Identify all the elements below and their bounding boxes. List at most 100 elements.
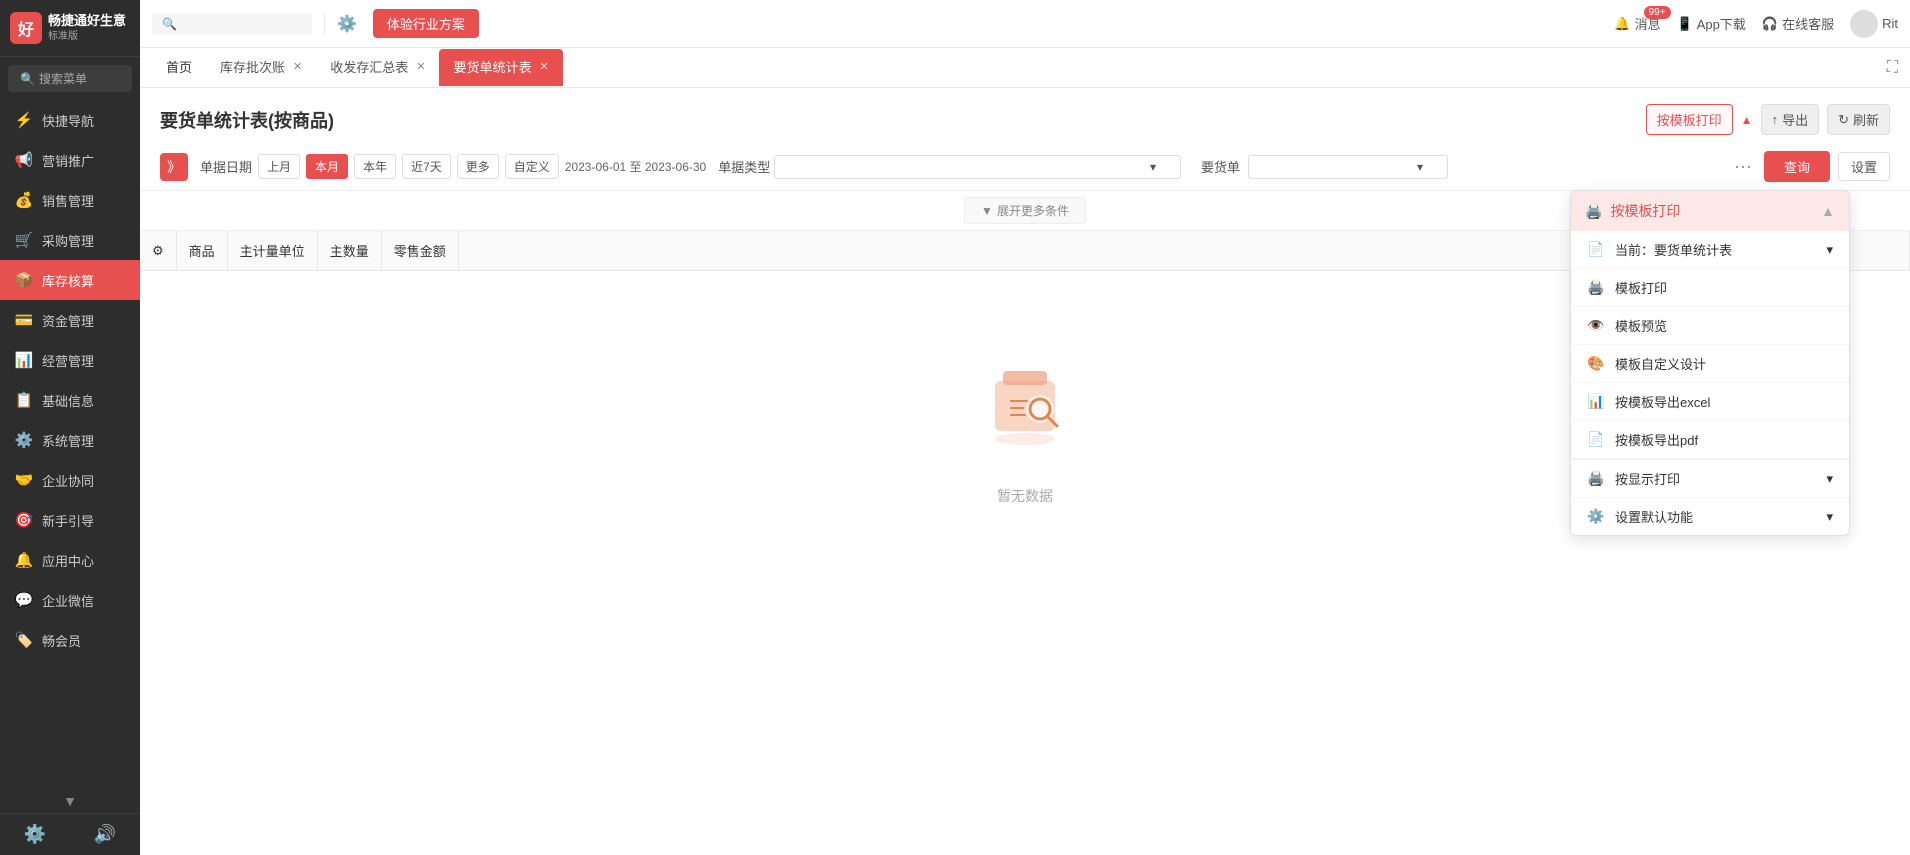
empty-icon	[975, 351, 1075, 470]
expand-more-button[interactable]: ▼ 展开更多条件	[964, 197, 1086, 224]
sidebar-nav: ⚡ 快捷导航 📢 营销推广 💰 销售管理 🛒 采购管理 📦 库存核算 💳 资金管…	[0, 100, 140, 789]
sidebar-item-finance[interactable]: 💳 资金管理	[0, 300, 140, 340]
date-range-text: 2023-06-01 至 2023-06-30	[565, 158, 706, 175]
filter-actions: ··· 查询 设置	[1730, 151, 1890, 182]
date-btn-custom[interactable]: 自定义	[505, 154, 559, 179]
settings-button[interactable]: 设置	[1838, 152, 1890, 181]
col-amount: 零售金额	[381, 231, 458, 271]
template-print-icon: 🖨️	[1587, 279, 1605, 296]
dropdown-item-template-custom[interactable]: 🎨 模板自定义设计	[1571, 345, 1849, 383]
template-preview-icon: 👁️	[1587, 317, 1605, 334]
tab-home[interactable]: 首页	[152, 49, 206, 86]
volume-icon[interactable]: 🔊	[94, 824, 116, 845]
topbar-gear-icon[interactable]: ⚙️	[337, 14, 357, 34]
type-select[interactable]: ▾	[774, 155, 1181, 179]
date-btn-current-year[interactable]: 本年	[354, 154, 396, 179]
template-print-arrow[interactable]: ▲	[1741, 113, 1753, 127]
date-btn-current-month[interactable]: 本月	[306, 154, 348, 179]
export-button[interactable]: ↑ 导出	[1761, 104, 1820, 135]
dropdown-header: 🖨️ 按模板打印 ▲	[1571, 191, 1849, 231]
order-type-label: 要货单	[1201, 157, 1240, 176]
page-actions: 按模板打印 ▲ ↑ 导出 ↻ 刷新	[1646, 104, 1890, 135]
date-btn-last7days[interactable]: 近7天	[402, 154, 451, 179]
sidebar-item-inventory[interactable]: 📦 库存核算	[0, 260, 140, 300]
date-btn-prev-month[interactable]: 上月	[258, 154, 300, 179]
dropdown-item-default-func[interactable]: ⚙️ 设置默认功能 ▾	[1571, 498, 1849, 535]
topbar-search-input[interactable]	[177, 17, 302, 31]
appstore-icon: 🔔	[14, 550, 34, 570]
dropdown-item-template-print[interactable]: 🖨️ 模板打印	[1571, 269, 1849, 307]
order-type-arrow-icon: ▾	[1417, 160, 1423, 174]
guide-icon: 🎯	[14, 510, 34, 530]
username-label: Rit	[1882, 16, 1898, 31]
sidebar-item-operation[interactable]: 📊 经营管理	[0, 340, 140, 380]
default-func-icon: ⚙️	[1587, 508, 1605, 525]
download-icon: 📱	[1677, 16, 1693, 32]
dropdown-item-export-pdf[interactable]: 📄 按模板导出pdf	[1571, 421, 1849, 459]
sidebar-item-sales[interactable]: 💰 销售管理	[0, 180, 140, 220]
user-avatar-item[interactable]: Rit	[1850, 10, 1898, 38]
query-button[interactable]: 查询	[1764, 151, 1830, 182]
sidebar-item-member[interactable]: 🏷️ 畅会员	[0, 620, 140, 660]
online-service-item[interactable]: 🎧 在线客服	[1762, 14, 1834, 33]
col-goods: 商品	[176, 231, 227, 271]
type-select-value	[783, 160, 1150, 174]
basic-icon: 📋	[14, 390, 34, 410]
headset-icon: 🎧	[1762, 16, 1778, 32]
sidebar-item-marketing[interactable]: 📢 营销推广	[0, 140, 140, 180]
default-func-arrow-icon: ▾	[1826, 509, 1833, 525]
coop-icon: 🤝	[14, 470, 34, 490]
sidebar-item-coop[interactable]: 🤝 企业协同	[0, 460, 140, 500]
refresh-button[interactable]: ↻ 刷新	[1827, 104, 1890, 135]
sales-icon: 💰	[14, 190, 34, 210]
dropdown-item-display-print[interactable]: 🖨️ 按显示打印 ▾	[1571, 460, 1849, 498]
refresh-icon: ↻	[1838, 112, 1849, 128]
app-download-item[interactable]: 📱 App下载	[1677, 14, 1746, 33]
display-print-arrow-icon: ▾	[1826, 471, 1833, 487]
date-btn-more[interactable]: 更多	[457, 154, 499, 179]
maximize-icon[interactable]: ⛶	[1887, 59, 1898, 77]
dropdown-item-template-preview[interactable]: 👁️ 模板预览	[1571, 307, 1849, 345]
trial-button[interactable]: 体验行业方案	[373, 9, 479, 38]
order-type-select[interactable]: ▾	[1248, 155, 1448, 179]
tab-order-stats[interactable]: 要货单统计表 ✕	[439, 49, 562, 86]
operation-icon: 📊	[14, 350, 34, 370]
sidebar-item-wechat[interactable]: 💬 企业微信	[0, 580, 140, 620]
tab-close-receipt-summary[interactable]: ✕	[416, 60, 425, 73]
dropdown-item-current[interactable]: 📄 当前：要货单统计表 ▾	[1571, 231, 1849, 269]
sidebar-item-shortcut[interactable]: ⚡ 快捷导航	[0, 100, 140, 140]
tab-close-order-stats[interactable]: ✕	[540, 60, 549, 73]
template-print-button[interactable]: 按模板打印	[1646, 104, 1733, 135]
col-settings[interactable]: ⚙	[140, 231, 176, 271]
sidebar-item-basic[interactable]: 📋 基础信息	[0, 380, 140, 420]
bell-icon: 🔔	[1614, 16, 1630, 32]
printer-icon: 🖨️	[1585, 203, 1602, 220]
sidebar-scroll-down[interactable]: ▼	[0, 789, 140, 813]
tab-receipt-summary[interactable]: 收发存汇总表 ✕	[316, 49, 439, 86]
topbar-search-box[interactable]: 🔍	[152, 13, 312, 35]
dropdown-item-export-excel[interactable]: 📊 按模板导出excel	[1571, 383, 1849, 421]
filter-expand-btn[interactable]: 》	[160, 153, 188, 181]
avatar	[1850, 10, 1878, 38]
sidebar-item-purchase[interactable]: 🛒 采购管理	[0, 220, 140, 260]
member-icon: 🏷️	[14, 630, 34, 650]
tabs-right-controls: ⛶	[1887, 59, 1898, 77]
sidebar-item-system[interactable]: ⚙️ 系统管理	[0, 420, 140, 460]
system-icon: ⚙️	[14, 430, 34, 450]
tabs-bar: 首页 库存批次账 ✕ 收发存汇总表 ✕ 要货单统计表 ✕ ⛶	[140, 48, 1910, 88]
settings-bottom-icon[interactable]: ⚙️	[24, 824, 46, 845]
display-print-icon: 🖨️	[1587, 470, 1605, 487]
tab-inventory-batch[interactable]: 库存批次账 ✕	[206, 49, 316, 86]
expand-more-icon: ▼	[981, 204, 993, 218]
more-dots-btn[interactable]: ···	[1730, 152, 1756, 181]
dropdown-up-icon[interactable]: ▲	[1821, 203, 1835, 219]
sidebar-item-guide[interactable]: 🎯 新手引导	[0, 500, 140, 540]
current-doc-icon: 📄	[1587, 241, 1605, 258]
settings-icon: ⚙	[152, 243, 164, 258]
sidebar-item-appstore[interactable]: 🔔 应用中心	[0, 540, 140, 580]
page-header: 要货单统计表(按商品) 按模板打印 ▲ ↑ 导出 ↻ 刷新	[140, 88, 1910, 143]
excel-icon: 📊	[1587, 393, 1605, 410]
sidebar-search[interactable]: 🔍 搜索菜单	[8, 65, 132, 92]
notifications-item[interactable]: 🔔 消息 99+	[1614, 14, 1660, 33]
tab-close-inventory-batch[interactable]: ✕	[293, 60, 302, 73]
